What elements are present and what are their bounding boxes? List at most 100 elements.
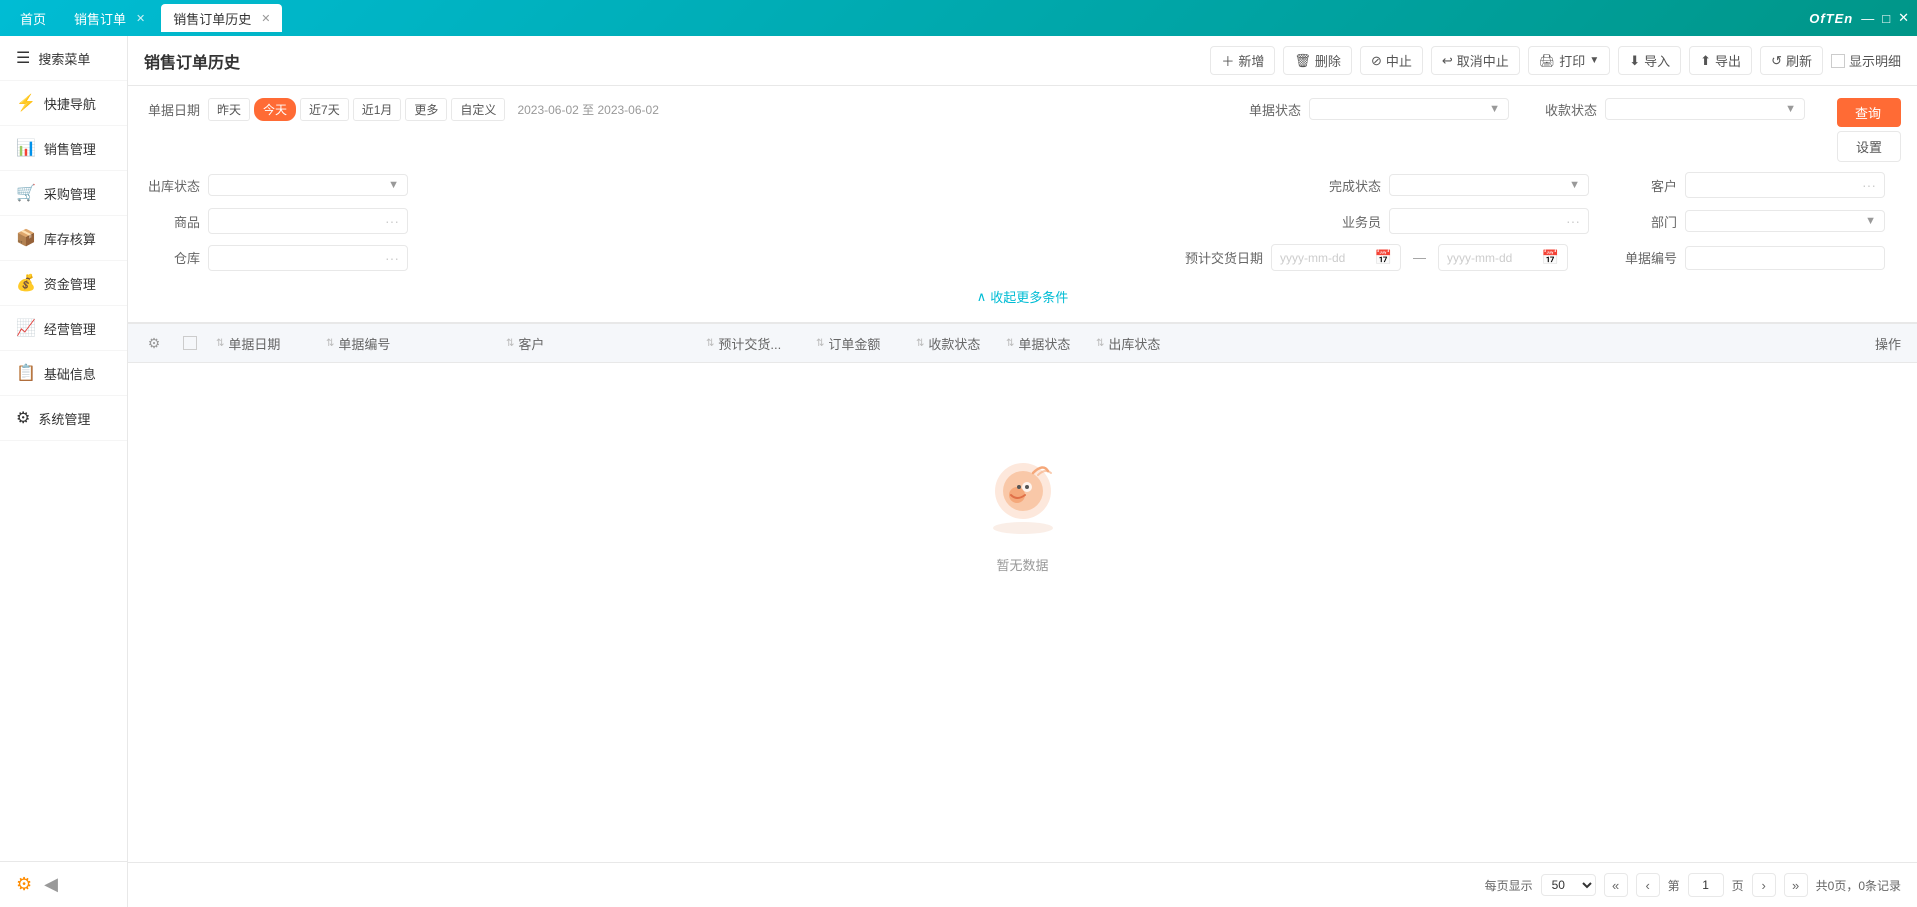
tab-home[interactable]: 首页 <box>8 4 58 32</box>
th-out-status[interactable]: ⇅ 出库状态 <box>1088 334 1178 353</box>
th-amount[interactable]: ⇅ 订单金额 <box>808 334 908 353</box>
basic-info-icon: 📋 <box>16 363 36 383</box>
product-ellipsis-icon[interactable]: ··· <box>385 213 399 229</box>
salesperson-input[interactable]: ··· <box>1389 208 1589 234</box>
page-input[interactable] <box>1688 873 1724 897</box>
sidebar-collapse-icon[interactable]: ◀ <box>44 874 58 895</box>
customer-input[interactable]: ··· <box>1685 172 1885 198</box>
th-customer[interactable]: ⇅ 客户 <box>498 334 698 353</box>
last1m-btn[interactable]: 近1月 <box>353 98 402 121</box>
cancel-stop-button[interactable]: ↩ 取消中止 <box>1431 46 1520 75</box>
th-receipt-status-label: 收款状态 <box>928 334 980 353</box>
empty-illustration <box>973 443 1073 543</box>
page-size-select[interactable]: 50 10 20 100 <box>1541 874 1596 896</box>
select-all-checkbox[interactable] <box>183 336 197 350</box>
bill-status-label: 单据状态 <box>1245 100 1301 119</box>
sidebar-item-search-menu[interactable]: ☰ 搜索菜单 <box>0 36 127 81</box>
sidebar-item-inventory[interactable]: 📦 库存核算 <box>0 216 127 261</box>
dept-label: 部门 <box>1621 212 1677 231</box>
th-ops: 操作 <box>1178 334 1909 353</box>
sidebar-footer: ⚙ ◀ <box>0 861 127 907</box>
minimize-icon[interactable]: — <box>1861 11 1874 26</box>
tab-sales-order-close[interactable]: ✕ <box>136 12 145 25</box>
last-page-button[interactable]: » <box>1784 873 1808 897</box>
product-input[interactable]: ··· <box>208 208 408 234</box>
display-detail-checkbox[interactable] <box>1831 54 1845 68</box>
date-filter-label: 单据日期 <box>144 100 200 119</box>
content-area: 销售订单历史 ＋ 新增 🗑 删除 ⊘ 中止 ↩ <box>128 36 1917 907</box>
delivery-date-to[interactable]: yyyy-mm-dd 📅 <box>1438 244 1568 271</box>
th-bill-no[interactable]: ⇅ 单据编号 <box>318 334 498 353</box>
sidebar-item-sys-mgmt[interactable]: ⚙ 系统管理 <box>0 396 127 441</box>
refresh-button[interactable]: ↺ 刷新 <box>1760 46 1823 75</box>
salesperson-ellipsis-icon[interactable]: ··· <box>1566 213 1580 229</box>
settings-gear-icon[interactable]: ⚙ <box>148 335 161 352</box>
sidebar-item-finance[interactable]: 💰 资金管理 <box>0 261 127 306</box>
delete-label: 删除 <box>1315 51 1341 70</box>
out-status-select[interactable]: ▼ <box>208 174 408 196</box>
sidebar-item-search-menu-label: 搜索菜单 <box>38 49 90 68</box>
th-out-status-label: 出库状态 <box>1108 334 1160 353</box>
tab-sales-order-history-close[interactable]: ✕ <box>261 12 270 25</box>
export-button[interactable]: ⬆ 导出 <box>1689 46 1752 75</box>
next-page-icon: › <box>1761 878 1765 893</box>
collapse-button[interactable]: ∧ 收起更多条件 <box>973 283 1073 310</box>
sort-icon: ⇅ <box>216 338 224 349</box>
sales-mgmt-icon: 📊 <box>16 138 36 158</box>
print-button[interactable]: 🖨 打印 ▼ <box>1528 46 1610 75</box>
customer-ellipsis-icon[interactable]: ··· <box>1862 177 1876 193</box>
calendar-from-icon[interactable]: 📅 <box>1375 249 1392 266</box>
new-button[interactable]: ＋ 新增 <box>1210 46 1275 75</box>
bill-no-input[interactable] <box>1685 246 1885 270</box>
stop-button[interactable]: ⊘ 中止 <box>1360 46 1423 75</box>
last7-btn[interactable]: 近7天 <box>300 98 349 121</box>
page-title: 销售订单历史 <box>144 49 240 73</box>
more-btn[interactable]: 更多 <box>405 98 447 121</box>
warehouse-input[interactable]: ··· <box>208 245 408 271</box>
sidebar-item-operations[interactable]: 📈 经营管理 <box>0 306 127 351</box>
custom-btn[interactable]: 自定义 <box>451 98 505 121</box>
th-ops-label: 操作 <box>1875 334 1901 353</box>
stop-icon: ⊘ <box>1371 53 1382 69</box>
purchase-mgmt-icon: 🛒 <box>16 183 36 203</box>
import-button[interactable]: ⬇ 导入 <box>1618 46 1681 75</box>
sidebar-item-quick-nav[interactable]: ⚡ 快捷导航 <box>0 81 127 126</box>
delete-button[interactable]: 🗑 删除 <box>1283 46 1352 75</box>
sidebar-settings-icon[interactable]: ⚙ <box>16 874 32 895</box>
th-bill-status[interactable]: ⇅ 单据状态 <box>998 334 1088 353</box>
sidebar-item-sales-mgmt-label: 销售管理 <box>44 139 96 158</box>
sidebar-item-basic-info-label: 基础信息 <box>44 364 96 383</box>
th-date-label: 单据日期 <box>228 334 280 353</box>
first-page-button[interactable]: « <box>1604 873 1628 897</box>
display-detail-toggle[interactable]: 显示明细 <box>1831 51 1901 70</box>
th-receipt-status[interactable]: ⇅ 收款状态 <box>908 334 998 353</box>
sidebar-item-finance-label: 资金管理 <box>44 274 96 293</box>
th-delivery-date[interactable]: ⇅ 预计交货... <box>698 334 808 353</box>
calendar-to-icon[interactable]: 📅 <box>1542 249 1559 266</box>
bill-status-select[interactable]: ▼ <box>1309 98 1509 120</box>
maximize-icon[interactable]: □ <box>1882 11 1890 26</box>
today-btn[interactable]: 今天 <box>254 98 296 121</box>
dept-select[interactable]: ▼ <box>1685 210 1885 232</box>
th-date[interactable]: ⇅ 单据日期 <box>208 334 318 353</box>
tab-home-label: 首页 <box>20 9 46 28</box>
tab-sales-order-history[interactable]: 销售订单历史 ✕ <box>161 4 282 32</box>
th-settings[interactable]: ⚙ <box>136 335 172 352</box>
delivery-date-from[interactable]: yyyy-mm-dd 📅 <box>1271 244 1401 271</box>
sidebar-item-sales-mgmt[interactable]: 📊 销售管理 <box>0 126 127 171</box>
date-filter-buttons: 昨天 今天 近7天 近1月 更多 自定义 <box>208 98 505 121</box>
settings-button[interactable]: 设置 <box>1837 131 1901 162</box>
complete-status-select[interactable]: ▼ <box>1389 174 1589 196</box>
tab-sales-order[interactable]: 销售订单 ✕ <box>62 4 157 32</box>
next-page-button[interactable]: › <box>1752 873 1776 897</box>
search-button[interactable]: 查询 <box>1837 98 1901 127</box>
receipt-status-select[interactable]: ▼ <box>1605 98 1805 120</box>
close-icon[interactable]: ✕ <box>1898 10 1909 26</box>
sidebar-item-basic-info[interactable]: 📋 基础信息 <box>0 351 127 396</box>
prev-page-button[interactable]: ‹ <box>1636 873 1660 897</box>
sidebar-item-purchase-mgmt[interactable]: 🛒 采购管理 <box>0 171 127 216</box>
th-checkbox[interactable] <box>172 336 208 350</box>
dept-arrow-icon: ▼ <box>1865 215 1876 227</box>
warehouse-ellipsis-icon[interactable]: ··· <box>385 250 399 266</box>
yesterday-btn[interactable]: 昨天 <box>208 98 250 121</box>
